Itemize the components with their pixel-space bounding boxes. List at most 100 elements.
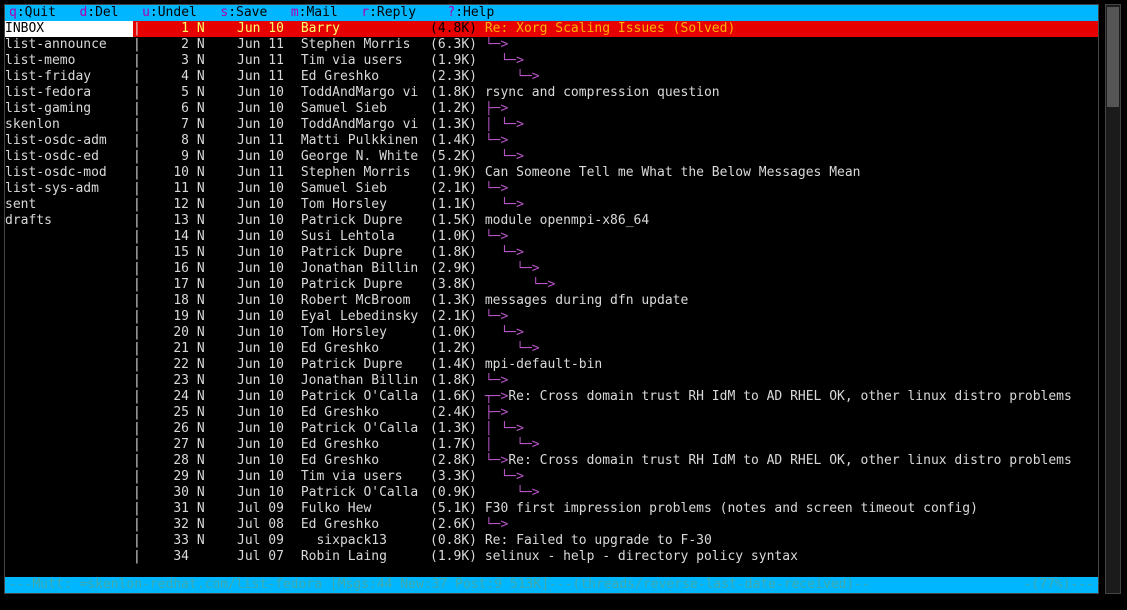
menu-label[interactable]: Help: [463, 5, 494, 20]
message-row[interactable]: list-osdc-mod|10 N Jun 11 Stephen Morris…: [5, 165, 1098, 181]
folder-name[interactable]: list-friday: [5, 69, 133, 85]
message-row[interactable]: list-announce|2 N Jun 11 Stephen Morris(…: [5, 37, 1098, 53]
message-row[interactable]: list-fedora|5 N Jun 10 ToddAndMargo vi(1…: [5, 85, 1098, 101]
message-row[interactable]: list-osdc-ed|9 N Jun 10 George N. White(…: [5, 149, 1098, 165]
folder-name[interactable]: [5, 293, 133, 309]
menu-label[interactable]: Del: [95, 5, 118, 20]
folder-name[interactable]: [5, 341, 133, 357]
message-row[interactable]: |17 N Jun 10 Patrick Dupre(3.8K) └─>: [5, 277, 1098, 293]
folder-name[interactable]: [5, 373, 133, 389]
scrollbar[interactable]: [1105, 4, 1121, 594]
folder-name[interactable]: list-memo: [5, 53, 133, 69]
message-row[interactable]: |31 N Jul 09 Fulko Hew(5.1K) F30 first i…: [5, 501, 1098, 517]
message-row[interactable]: |27 N Jun 10 Ed Greshko(1.7K) │ └─>: [5, 437, 1098, 453]
message-row[interactable]: sent|12 N Jun 10 Tom Horsley(1.1K) └─>: [5, 197, 1098, 213]
message-row[interactable]: |23 N Jun 10 Jonathan Billin(1.8K) └─>: [5, 373, 1098, 389]
folder-name[interactable]: [5, 325, 133, 341]
folder-name[interactable]: [5, 357, 133, 373]
msg-size: (1.9K): [421, 165, 477, 181]
folder-name[interactable]: [5, 389, 133, 405]
folder-name[interactable]: [5, 405, 133, 421]
folder-name[interactable]: list-osdc-ed: [5, 149, 133, 165]
folder-name[interactable]: [5, 485, 133, 501]
message-row[interactable]: |20 N Jun 10 Tom Horsley(1.0K) └─>: [5, 325, 1098, 341]
message-row[interactable]: skenlon|7 N Jun 10 ToddAndMargo vi(1.3K)…: [5, 117, 1098, 133]
msg-number: 7: [141, 117, 189, 133]
folder-name[interactable]: [5, 501, 133, 517]
message-row[interactable]: list-sys-adm|11 N Jun 10 Samuel Sieb(2.1…: [5, 181, 1098, 197]
folder-name[interactable]: list-fedora: [5, 85, 133, 101]
message-list[interactable]: INBOX|1 N Jun 10 Barry(4.8K) Re: Xorg Sc…: [5, 21, 1098, 565]
folder-name[interactable]: INBOX: [5, 21, 133, 37]
msg-flag: N: [189, 293, 213, 309]
folder-name[interactable]: [5, 437, 133, 453]
message-row[interactable]: |30 N Jun 10 Patrick O'Calla(0.9K) └─>: [5, 485, 1098, 501]
message-row[interactable]: |24 N Jun 10 Patrick O'Calla(1.6K) ┬─>Re…: [5, 389, 1098, 405]
message-row[interactable]: |32 N Jul 08 Ed Greshko(2.6K) └─>: [5, 517, 1098, 533]
menu-label[interactable]: Quit: [25, 5, 56, 20]
msg-subject: └─>Re: Cross domain trust RH IdM to AD R…: [477, 453, 1098, 469]
menu-label[interactable]: Mail: [306, 5, 337, 20]
folder-name[interactable]: list-gaming: [5, 101, 133, 117]
menu-label[interactable]: Save: [236, 5, 267, 20]
folder-name[interactable]: [5, 421, 133, 437]
message-row[interactable]: INBOX|1 N Jun 10 Barry(4.8K) Re: Xorg Sc…: [5, 21, 1098, 37]
menu-key[interactable]: d: [79, 5, 87, 20]
message-row[interactable]: |25 N Jun 10 Ed Greshko(2.4K) ├─>: [5, 405, 1098, 421]
message-row[interactable]: |21 N Jun 10 Ed Greshko(1.2K) └─>: [5, 341, 1098, 357]
divider: |: [133, 309, 141, 325]
menu-key[interactable]: ?: [447, 5, 455, 20]
msg-from: Patrick Dupre: [293, 277, 421, 293]
folder-name[interactable]: [5, 245, 133, 261]
folder-name[interactable]: [5, 229, 133, 245]
msg-date: Jul 09: [237, 501, 293, 517]
message-row[interactable]: list-osdc-adm|8 N Jun 11 Matti Pulkkinen…: [5, 133, 1098, 149]
message-row[interactable]: |14 N Jun 10 Susi Lehtola(1.0K) └─>: [5, 229, 1098, 245]
menu-label[interactable]: Reply: [377, 5, 416, 20]
message-row[interactable]: |16 N Jun 10 Jonathan Billin(2.9K) └─>: [5, 261, 1098, 277]
folder-name[interactable]: [5, 277, 133, 293]
message-row[interactable]: |19 N Jun 10 Eyal Lebedinsky(2.1K) └─>: [5, 309, 1098, 325]
folder-name[interactable]: [5, 453, 133, 469]
folder-name[interactable]: [5, 517, 133, 533]
folder-name[interactable]: [5, 549, 133, 565]
message-row[interactable]: list-friday|4 N Jun 11 Ed Greshko(2.3K) …: [5, 69, 1098, 85]
message-row[interactable]: |18 N Jun 10 Robert McBroom(1.3K) messag…: [5, 293, 1098, 309]
message-row[interactable]: |29 N Jun 10 Tim via users(3.3K) └─>: [5, 469, 1098, 485]
message-row[interactable]: |33 N Jul 09 sixpack13(0.8K) Re: Failed …: [5, 533, 1098, 549]
message-row[interactable]: |22 N Jun 10 Patrick Dupre(1.4K) mpi-def…: [5, 357, 1098, 373]
status-right: -(77%)---: [1024, 577, 1094, 593]
menu-key[interactable]: s: [220, 5, 228, 20]
folder-name[interactable]: [5, 533, 133, 549]
message-row[interactable]: list-gaming|6 N Jun 10 Samuel Sieb(1.2K)…: [5, 101, 1098, 117]
message-row[interactable]: |28 N Jun 10 Ed Greshko(2.8K) └─>Re: Cro…: [5, 453, 1098, 469]
menu-key[interactable]: q: [9, 5, 17, 20]
message-row[interactable]: |34 Jul 07 Robin Laing(1.9K) selinux - h…: [5, 549, 1098, 565]
folder-name[interactable]: list-osdc-adm: [5, 133, 133, 149]
message-row[interactable]: |26 N Jun 10 Patrick O'Calla(1.3K) │ └─>: [5, 421, 1098, 437]
scrollbar-thumb[interactable]: [1107, 7, 1119, 107]
message-row[interactable]: |15 N Jun 10 Patrick Dupre(1.8K) └─>: [5, 245, 1098, 261]
msg-from: Patrick O'Calla: [293, 421, 421, 437]
folder-name[interactable]: [5, 261, 133, 277]
menu-key[interactable]: u: [142, 5, 150, 20]
folder-name[interactable]: list-sys-adm: [5, 181, 133, 197]
msg-flag: N: [189, 437, 213, 453]
msg-number: 33: [141, 533, 189, 549]
message-row[interactable]: list-memo|3 N Jun 11 Tim via users(1.9K)…: [5, 53, 1098, 69]
folder-name[interactable]: [5, 469, 133, 485]
folder-name[interactable]: skenlon: [5, 117, 133, 133]
msg-subject: └─>: [477, 309, 1098, 325]
folder-name[interactable]: list-announce: [5, 37, 133, 53]
menu-key[interactable]: r: [361, 5, 369, 20]
msg-number: 11: [141, 181, 189, 197]
divider: |: [133, 469, 141, 485]
folder-name[interactable]: sent: [5, 197, 133, 213]
msg-size: (2.1K): [421, 181, 477, 197]
folder-name[interactable]: list-osdc-mod: [5, 165, 133, 181]
folder-name[interactable]: [5, 309, 133, 325]
menu-key[interactable]: m: [291, 5, 299, 20]
folder-name[interactable]: drafts: [5, 213, 133, 229]
menu-label[interactable]: Undel: [158, 5, 197, 20]
message-row[interactable]: drafts|13 N Jun 10 Patrick Dupre(1.5K) m…: [5, 213, 1098, 229]
